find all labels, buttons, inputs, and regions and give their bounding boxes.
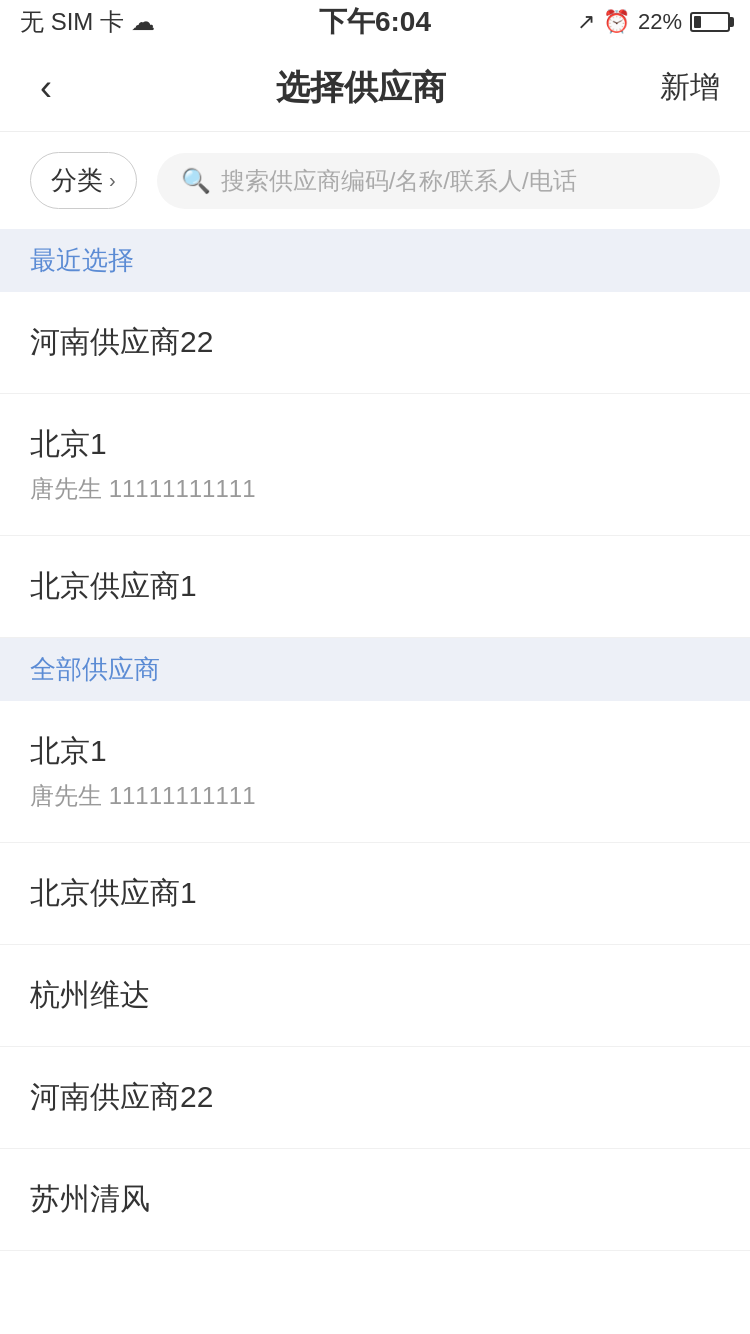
item-name: 苏州清风 (30, 1179, 720, 1220)
page-title: 选择供应商 (276, 65, 446, 111)
battery-percent: 22% (638, 9, 682, 35)
recent-list: 河南供应商22 北京1 唐先生 11111111111 北京供应商1 (0, 292, 750, 638)
status-bar-left: 无 SIM 卡 ☁ (20, 6, 155, 38)
search-box[interactable]: 🔍 搜索供应商编码/名称/联系人/电话 (157, 153, 720, 209)
category-filter[interactable]: 分类 › (30, 152, 137, 209)
nav-bar: ‹ 选择供应商 新增 (0, 44, 750, 132)
chevron-right-icon: › (109, 169, 116, 192)
list-item[interactable]: 北京1 唐先生 11111111111 (0, 701, 750, 843)
battery-icon (690, 12, 730, 32)
list-item[interactable]: 河南供应商22 (0, 1047, 750, 1149)
recent-section-header: 最近选择 (0, 229, 750, 292)
item-name: 杭州维达 (30, 975, 720, 1016)
item-name: 河南供应商22 (30, 322, 720, 363)
category-label: 分类 (51, 163, 103, 198)
sim-status: 无 SIM 卡 ☁ (20, 6, 155, 38)
all-list: 北京1 唐先生 11111111111 北京供应商1 杭州维达 河南供应商22 … (0, 701, 750, 1251)
list-item[interactable]: 北京供应商1 (0, 843, 750, 945)
all-section-header: 全部供应商 (0, 638, 750, 701)
item-name: 北京供应商1 (30, 873, 720, 914)
add-button[interactable]: 新增 (660, 67, 720, 108)
status-bar: 无 SIM 卡 ☁ 下午6:04 ↗ ⏰ 22% (0, 0, 750, 44)
filter-bar: 分类 › 🔍 搜索供应商编码/名称/联系人/电话 (0, 132, 750, 229)
alarm-icon: ⏰ (603, 9, 630, 35)
item-detail: 唐先生 11111111111 (30, 473, 720, 505)
item-name: 河南供应商22 (30, 1077, 720, 1118)
item-name: 北京供应商1 (30, 566, 720, 607)
list-item[interactable]: 杭州维达 (0, 945, 750, 1047)
list-item[interactable]: 北京1 唐先生 11111111111 (0, 394, 750, 536)
status-bar-time: 下午6:04 (319, 3, 431, 41)
status-bar-right: ↗ ⏰ 22% (577, 9, 730, 35)
list-item[interactable]: 河南供应商22 (0, 292, 750, 394)
list-item[interactable]: 北京供应商1 (0, 536, 750, 638)
back-button[interactable]: ‹ (30, 57, 62, 119)
search-icon: 🔍 (181, 167, 211, 195)
search-placeholder: 搜索供应商编码/名称/联系人/电话 (221, 165, 577, 197)
location-icon: ↗ (577, 9, 595, 35)
item-name: 北京1 (30, 731, 720, 772)
item-detail: 唐先生 11111111111 (30, 780, 720, 812)
item-name: 北京1 (30, 424, 720, 465)
list-item[interactable]: 苏州清风 (0, 1149, 750, 1251)
